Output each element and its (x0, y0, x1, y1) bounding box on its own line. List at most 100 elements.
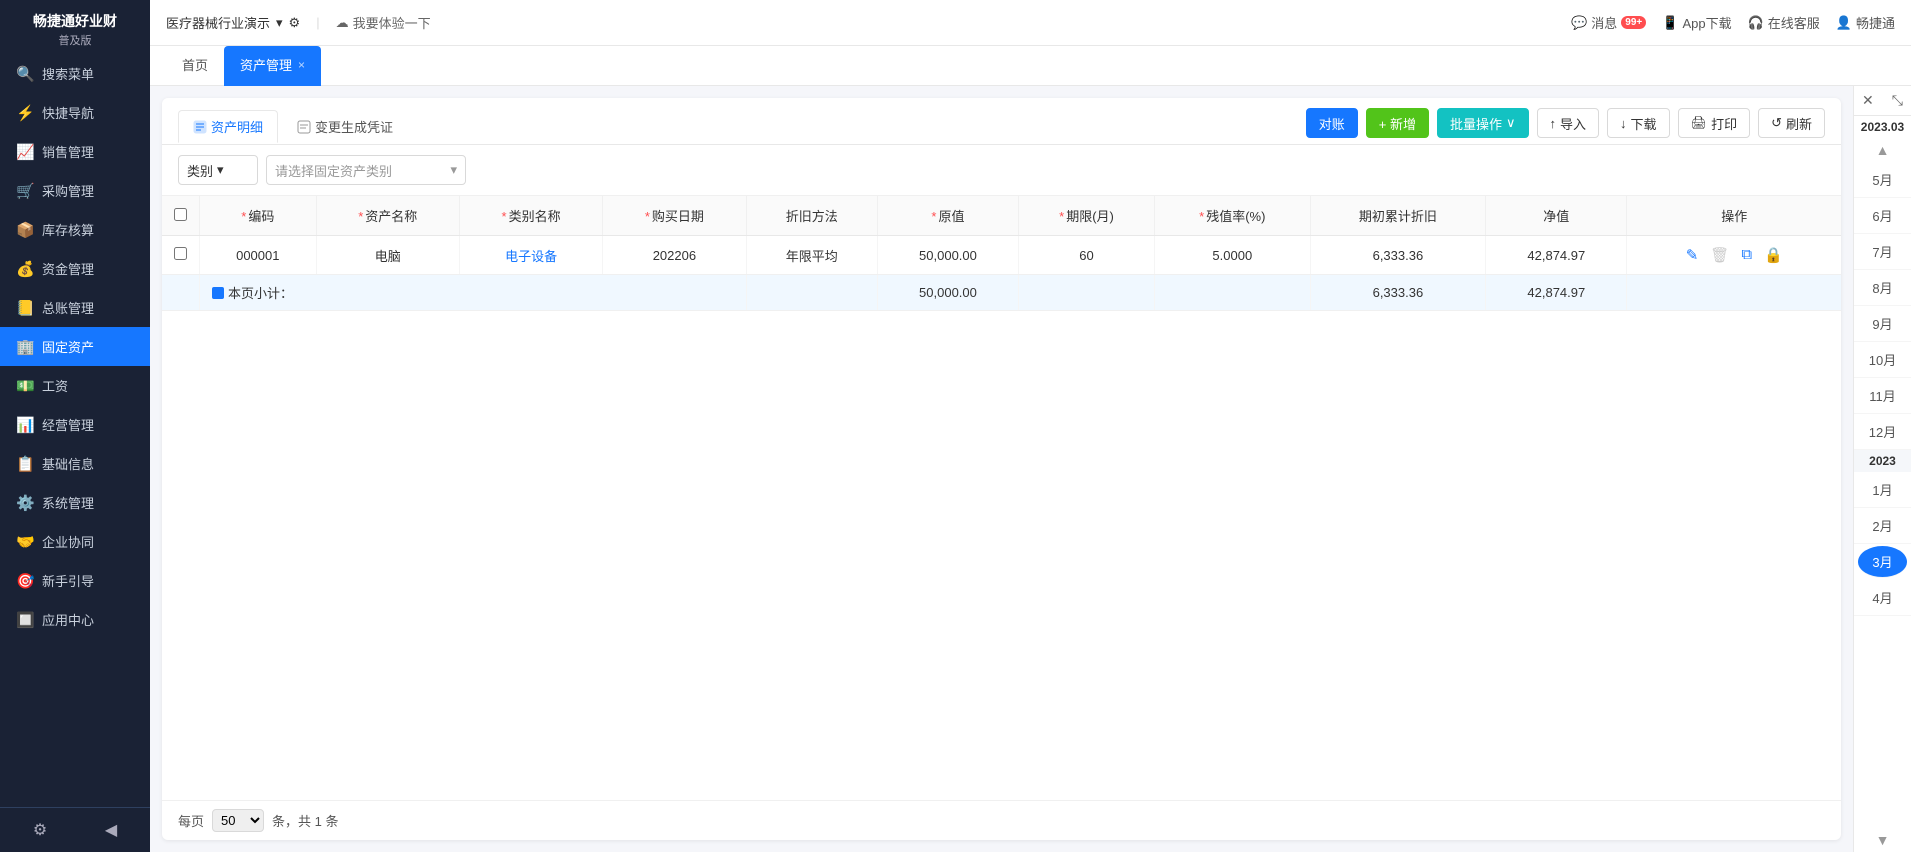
sidebar-item-quick-nav[interactable]: ⚡ 快捷导航 (0, 93, 150, 132)
month-item[interactable]: 6月 (1854, 198, 1911, 234)
customer-service-btn[interactable]: 🎧 在线客服 (1748, 13, 1820, 32)
month-item[interactable]: 10月 (1854, 342, 1911, 378)
month-item[interactable]: 2月 (1854, 508, 1911, 544)
tab-asset-management[interactable]: 资产管理 × (224, 46, 321, 86)
sub-tab-asset-list[interactable]: 资产明细 (178, 110, 278, 143)
sidebar-label-guide: 新手引导 (42, 571, 94, 590)
print-icon: 🖨 (1691, 115, 1708, 131)
message-icon: 💬 (1571, 15, 1587, 31)
row-checkbox-cell[interactable] (162, 236, 200, 275)
download-label: 下载 (1631, 114, 1657, 133)
sub-tab-voucher[interactable]: 变更生成凭证 (282, 110, 408, 142)
company-name: 医疗器械行业演示 (166, 13, 270, 32)
customer-service-label: 在线客服 (1768, 13, 1820, 32)
batch-btn[interactable]: 批量操作 ∨ (1437, 108, 1529, 138)
nav-up-icon[interactable]: ▲ (1876, 142, 1890, 158)
lock-btn[interactable]: 🔒 (1762, 244, 1785, 266)
cell-code: 000001 (200, 236, 317, 275)
message-label: 消息 (1591, 13, 1617, 32)
sidebar-item-ledger[interactable]: 📒 总账管理 (0, 288, 150, 327)
sidebar-item-operations[interactable]: 📊 经营管理 (0, 405, 150, 444)
subtotal-icon (212, 287, 224, 299)
settings-icon[interactable]: ⚙ (289, 15, 301, 31)
month-item[interactable]: 7月 (1854, 234, 1911, 270)
sidebar-item-search[interactable]: 🔍 搜索菜单 (0, 54, 150, 93)
nav-down-icon[interactable]: ▼ (1876, 832, 1890, 848)
sidebar-item-sales[interactable]: 📈 销售管理 (0, 132, 150, 171)
download-btn[interactable]: ↓ 下载 (1607, 108, 1670, 138)
month-item[interactable]: 3月 (1858, 546, 1907, 578)
collapse-icon[interactable]: ◀ (97, 816, 125, 844)
print-btn[interactable]: 🖨 打印 (1678, 108, 1751, 138)
settings-icon[interactable]: ⚙ (25, 816, 55, 844)
cell-net-value: 42,874.97 (1486, 236, 1627, 275)
table-row: 000001 电脑 电子设备 202206 年限平均 50,000.00 60 … (162, 236, 1841, 275)
right-panel-year: 2023.03 (1854, 116, 1911, 138)
sidebar-label-operations: 经营管理 (42, 415, 94, 434)
select-all-header[interactable] (162, 196, 200, 236)
sidebar-logo: 畅捷通好业财 普及版 (0, 0, 150, 54)
user-btn[interactable]: 👤 畅捷通 (1836, 13, 1895, 32)
sub-tab-voucher-label: 变更生成凭证 (315, 117, 393, 136)
experience-btn[interactable]: ☁ 我要体验一下 (336, 13, 431, 32)
sidebar-item-guide[interactable]: 🎯 新手引导 (0, 561, 150, 600)
app-download-btn[interactable]: 📱 App下载 (1662, 13, 1731, 32)
right-panel-close-icon[interactable]: ✕ (1862, 92, 1874, 109)
app-center-icon: 🔲 (16, 611, 34, 629)
month-item[interactable]: 9月 (1854, 306, 1911, 342)
month-item[interactable]: 11月 (1854, 378, 1911, 414)
col-actions: 操作 (1627, 196, 1841, 236)
month-item[interactable]: 1月 (1854, 472, 1911, 508)
select-all-checkbox[interactable] (174, 208, 187, 221)
month-item[interactable]: 4月 (1854, 580, 1911, 616)
year-divider: 2023 (1854, 450, 1911, 472)
sidebar-item-app-center[interactable]: 🔲 应用中心 (0, 600, 150, 639)
col-residual-rate: *残值率(%) (1154, 196, 1310, 236)
month-item[interactable]: 8月 (1854, 270, 1911, 306)
category-value-select[interactable]: 请选择固定资产类别 ▾ (266, 155, 466, 185)
new-btn[interactable]: + 新增 (1366, 108, 1429, 138)
delete-btn[interactable]: 🗑 (1708, 244, 1731, 266)
message-btn[interactable]: 💬 消息 99+ (1571, 13, 1646, 32)
sidebar-label-system: 系统管理 (42, 493, 94, 512)
tab-close-icon[interactable]: × (298, 58, 305, 72)
category-select[interactable]: 类别 ▾ (178, 155, 258, 185)
import-btn[interactable]: ↑ 导入 (1537, 108, 1600, 138)
subtotal-residual (1154, 275, 1310, 311)
sidebar-item-inventory[interactable]: 📦 库存核算 (0, 210, 150, 249)
sidebar-item-purchase[interactable]: 🛒 采购管理 (0, 171, 150, 210)
company-selector[interactable]: 医疗器械行业演示 ▾ ⚙ (166, 13, 300, 32)
subtotal-actions (1627, 275, 1841, 311)
main-wrapper: 医疗器械行业演示 ▾ ⚙ | ☁ 我要体验一下 💬 消息 99+ 📱 App下载… (150, 0, 1911, 852)
right-panel-nav-down: ▼ (1854, 828, 1911, 852)
month-item[interactable]: 12月 (1854, 414, 1911, 450)
edit-btn[interactable]: ✎ (1684, 244, 1701, 266)
sidebar-item-fixed-assets[interactable]: 🏢 固定资产 (0, 327, 150, 366)
account-btn[interactable]: 对账 (1306, 108, 1358, 138)
refresh-btn[interactable]: ↺ 刷新 (1758, 108, 1825, 138)
sidebar-item-funds[interactable]: 💰 资金管理 (0, 249, 150, 288)
print-label: 打印 (1711, 114, 1737, 133)
month-item[interactable]: 5月 (1854, 162, 1911, 198)
sidebar-item-payroll[interactable]: 💵 工资 (0, 366, 150, 405)
sidebar-label-payroll: 工资 (42, 376, 68, 395)
cell-period: 60 (1019, 236, 1155, 275)
col-category: *类别名称 (459, 196, 602, 236)
cell-name: 电脑 (316, 236, 459, 275)
tab-home[interactable]: 首页 (166, 46, 224, 86)
app-download-icon: 📱 (1662, 15, 1678, 31)
sidebar-item-system[interactable]: ⚙️ 系统管理 (0, 483, 150, 522)
per-page-select[interactable]: 102050100 (212, 809, 264, 832)
search-icon: 🔍 (16, 65, 34, 83)
batch-label: 批量操作 (1450, 114, 1502, 133)
copy-btn[interactable]: ⧉ (1739, 244, 1754, 266)
cell-depreciation: 年限平均 (746, 236, 877, 275)
sidebar-item-enterprise[interactable]: 🤝 企业协同 (0, 522, 150, 561)
sidebar-item-basic-info[interactable]: 📋 基础信息 (0, 444, 150, 483)
row-checkbox-0[interactable] (174, 247, 187, 260)
sidebar-label-inventory: 库存核算 (42, 220, 94, 239)
app-download-label: App下载 (1682, 13, 1731, 32)
tab-asset-management-label: 资产管理 (240, 55, 292, 74)
experience-label: 我要体验一下 (353, 13, 431, 32)
right-panel-expand-icon[interactable]: ⤡ (1892, 92, 1903, 109)
